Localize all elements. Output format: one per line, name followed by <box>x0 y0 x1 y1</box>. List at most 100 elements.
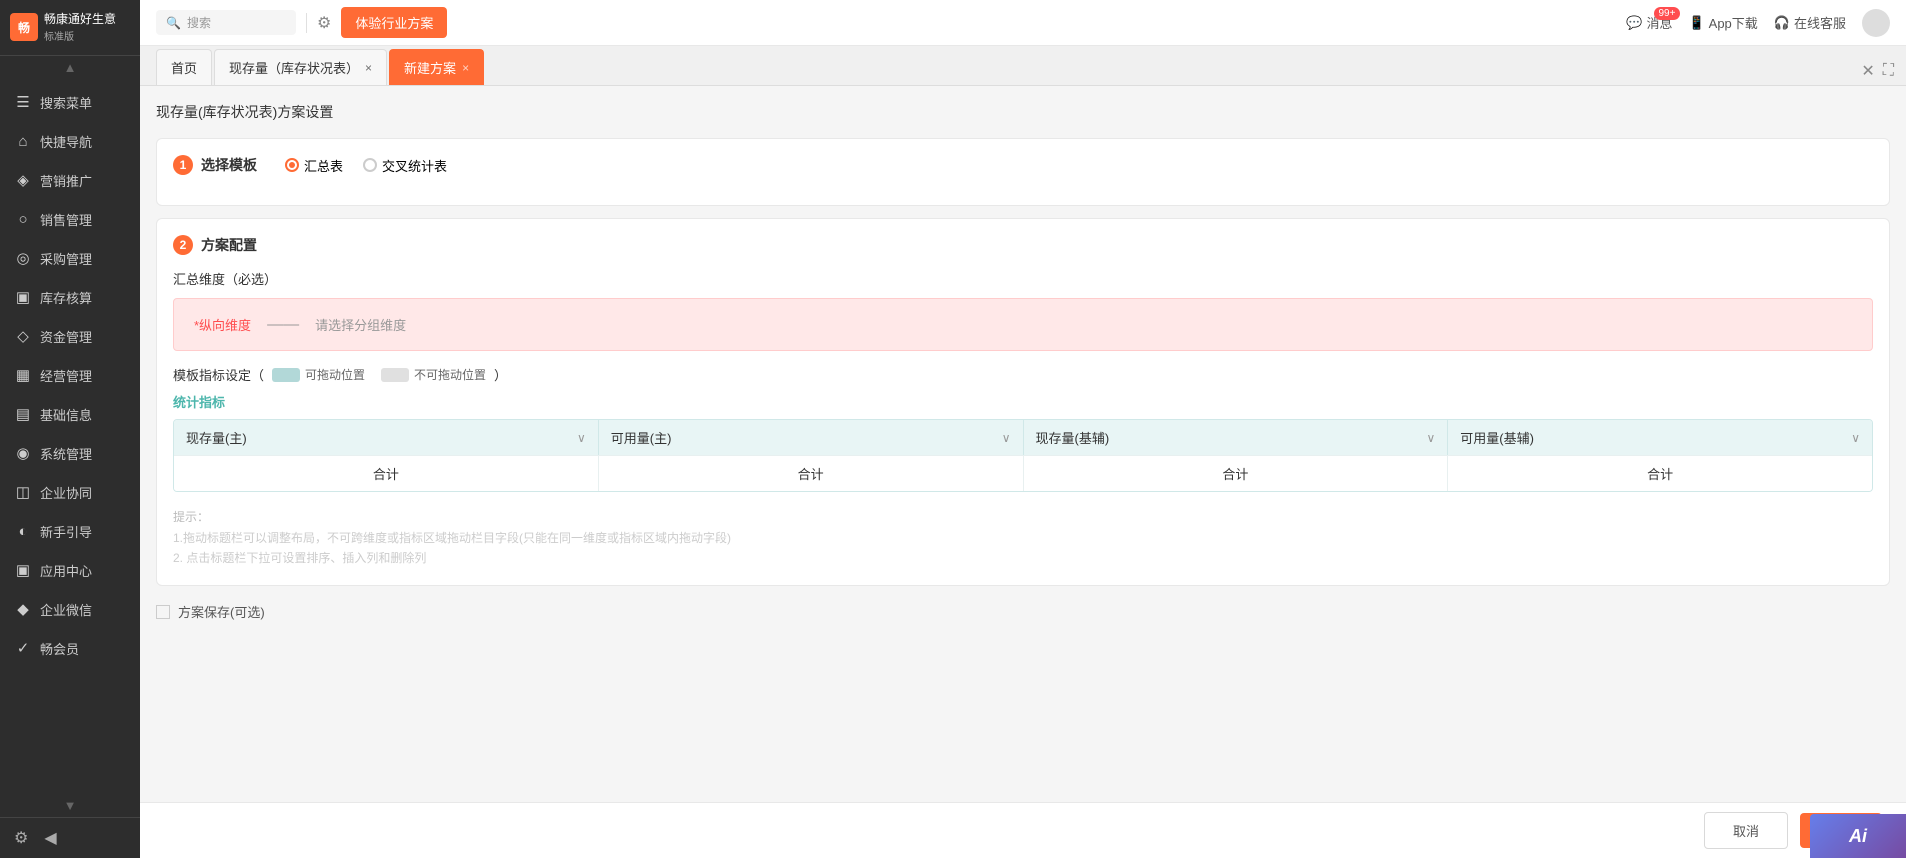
legend-movable: 可拖动位置 <box>272 366 365 383</box>
cooperation-icon: ◫ <box>14 483 32 501</box>
sidebar-item-label: 基础信息 <box>40 405 92 424</box>
user-avatar[interactable] <box>1862 9 1890 37</box>
sidebar-item-label: 快捷导航 <box>40 132 92 151</box>
online-service-button[interactable]: 🎧 在线客服 <box>1774 13 1846 32</box>
sidebar-item-inventory[interactable]: ▣ 库存核算 <box>0 278 140 317</box>
basic-info-icon: ▤ <box>14 405 32 423</box>
cancel-button[interactable]: 取消 <box>1704 812 1788 849</box>
tab-new-plan[interactable]: 新建方案 × <box>389 49 484 85</box>
indicator-col-3[interactable]: 现存量(基辅) ∨ <box>1024 420 1449 455</box>
sidebar-item-marketing[interactable]: ◈ 营销推广 <box>0 161 140 200</box>
tab-home[interactable]: 首页 <box>156 49 212 85</box>
required-text: *纵向维度 <box>194 315 251 334</box>
step2-section: 2 方案配置 汇总维度（必选） *纵向维度 —— 请选择分组维度 模板指标设定（… <box>156 218 1890 586</box>
sidebar-item-newguide[interactable]: ◐ 新手引导 <box>0 512 140 551</box>
step1-badge: 1 <box>173 155 193 175</box>
indicator-header-row: 现存量(主) ∨ 可用量(主) ∨ 现存量(基辅) ∨ 可用量(基辅) <box>174 420 1872 455</box>
radio-summary-dot <box>285 158 299 172</box>
sidebar-item-basic-info[interactable]: ▤ 基础信息 <box>0 395 140 434</box>
radio-summary[interactable]: 汇总表 <box>285 156 343 175</box>
expand-panel-button[interactable]: ⛶ <box>1883 62 1894 80</box>
sidebar-item-operation[interactable]: ▦ 经营管理 <box>0 356 140 395</box>
sidebar-item-quick-nav[interactable]: ⌂ 快捷导航 <box>0 122 140 161</box>
save-label: 方案保存(可选) <box>178 602 265 621</box>
col1-label: 现存量(主) <box>186 428 247 447</box>
sidebar-scroll-up[interactable]: ▲ <box>0 56 140 79</box>
message-badge: 99+ <box>1654 7 1681 20</box>
tab-inventory-close[interactable]: × <box>365 61 372 75</box>
sidebar-item-label: 资金管理 <box>40 327 92 346</box>
sidebar-item-system[interactable]: ◉ 系统管理 <box>0 434 140 473</box>
search-menu-icon: ☰ <box>14 93 32 111</box>
radio-cross[interactable]: 交叉统计表 <box>363 156 447 175</box>
settings-icon[interactable]: ⚙ <box>14 828 28 848</box>
sidebar-item-wechat[interactable]: ◆ 企业微信 <box>0 590 140 629</box>
online-service-label: 在线客服 <box>1794 13 1846 32</box>
member-icon: ✓ <box>14 639 32 657</box>
purchase-icon: ◎ <box>14 249 32 267</box>
sidebar-item-label: 应用中心 <box>40 561 92 580</box>
fixed-color-swatch <box>381 368 409 382</box>
sidebar-item-label: 新手引导 <box>40 522 92 541</box>
tab-inventory-label: 现存量（库存状况表） <box>229 58 359 77</box>
app-download-button[interactable]: 📱 App下载 <box>1688 13 1757 32</box>
search-placeholder: 搜索 <box>187 14 211 31</box>
cell-3: 合计 <box>1024 456 1449 491</box>
sidebar-scroll-down[interactable]: ▼ <box>0 794 140 817</box>
indicator-col-1[interactable]: 现存量(主) ∨ <box>174 420 599 455</box>
sidebar-item-finance[interactable]: ◇ 资金管理 <box>0 317 140 356</box>
sidebar-item-search-menu[interactable]: ☰ 搜索菜单 <box>0 83 140 122</box>
tab-home-label: 首页 <box>171 58 197 77</box>
sidebar-item-sales[interactable]: ○ 销售管理 <box>0 200 140 239</box>
dim-placeholder: 请选择分组维度 <box>315 315 406 334</box>
save-option: 方案保存(可选) <box>156 602 1890 621</box>
tab-new-plan-label: 新建方案 <box>404 58 456 77</box>
marketing-icon: ◈ <box>14 171 32 189</box>
newguide-icon: ◐ <box>14 522 32 540</box>
col1-arrow-icon[interactable]: ∨ <box>577 431 586 445</box>
sidebar-bottom: ⚙ ◀ <box>0 817 140 858</box>
sidebar-item-label: 畅会员 <box>40 639 79 658</box>
topbar: 🔍 搜索 ⚙ 体验行业方案 💬 消息 99+ 📱 App下载 🎧 在线客服 <box>140 0 1906 46</box>
quick-nav-icon: ⌂ <box>14 132 32 150</box>
sidebar-item-member[interactable]: ✓ 畅会员 <box>0 629 140 668</box>
headset-icon: 🎧 <box>1774 15 1790 31</box>
topbar-gear-icon[interactable]: ⚙ <box>317 13 331 33</box>
trial-plan-button[interactable]: 体验行业方案 <box>341 7 447 38</box>
indicator-data-row: 合计 合计 合计 合计 <box>174 455 1872 491</box>
app-center-icon: ▣ <box>14 561 32 579</box>
col3-arrow-icon[interactable]: ∨ <box>1426 431 1435 445</box>
ai-badge[interactable]: Ai <box>1810 814 1906 858</box>
sidebar-item-label: 营销推广 <box>40 171 92 190</box>
indicator-col-4[interactable]: 可用量(基辅) ∨ <box>1448 420 1872 455</box>
radio-cross-label: 交叉统计表 <box>382 156 447 175</box>
help-icon[interactable]: ◀ <box>44 828 56 848</box>
dimension-box[interactable]: *纵向维度 —— 请选择分组维度 <box>173 298 1873 351</box>
sidebar-item-label: 库存核算 <box>40 288 92 307</box>
sidebar-item-cooperation[interactable]: ◫ 企业协同 <box>0 473 140 512</box>
tip-item-2: 2. 点击标题栏下拉可设置排序、插入列和删除列 <box>173 549 1873 566</box>
sidebar-item-purchase[interactable]: ◎ 采购管理 <box>0 239 140 278</box>
cell-1: 合计 <box>174 456 599 491</box>
indicator-col-2[interactable]: 可用量(主) ∨ <box>599 420 1024 455</box>
col4-label: 可用量(基辅) <box>1460 428 1534 447</box>
search-box[interactable]: 🔍 搜索 <box>156 10 296 35</box>
col2-arrow-icon[interactable]: ∨ <box>1002 431 1011 445</box>
col4-arrow-icon[interactable]: ∨ <box>1851 431 1860 445</box>
dim-arrow: —— <box>267 316 299 334</box>
app-logo-icon: 畅 <box>10 13 38 41</box>
message-button[interactable]: 💬 消息 99+ <box>1626 13 1672 32</box>
save-checkbox[interactable] <box>156 605 170 619</box>
tip-item-1: 1.拖动标题栏可以调整布局，不可跨维度或指标区域拖动栏目字段(只能在同一维度或指… <box>173 529 1873 546</box>
cell-4: 合计 <box>1448 456 1872 491</box>
sidebar-item-app-center[interactable]: ▣ 应用中心 <box>0 551 140 590</box>
tab-inventory-status[interactable]: 现存量（库存状况表） × <box>214 49 387 85</box>
legend-fixed: 不可拖动位置 <box>381 366 486 383</box>
sidebar-item-label: 系统管理 <box>40 444 92 463</box>
indicator-label: 模板指标设定（ 可拖动位置 不可拖动位置 ） <box>173 365 1873 384</box>
finance-icon: ◇ <box>14 327 32 345</box>
tab-new-plan-close[interactable]: × <box>462 61 469 75</box>
close-panel-button[interactable]: ✕ <box>1861 61 1874 81</box>
template-radio-group: 汇总表 交叉统计表 <box>285 156 447 175</box>
step1-title: 选择模板 <box>201 155 257 175</box>
